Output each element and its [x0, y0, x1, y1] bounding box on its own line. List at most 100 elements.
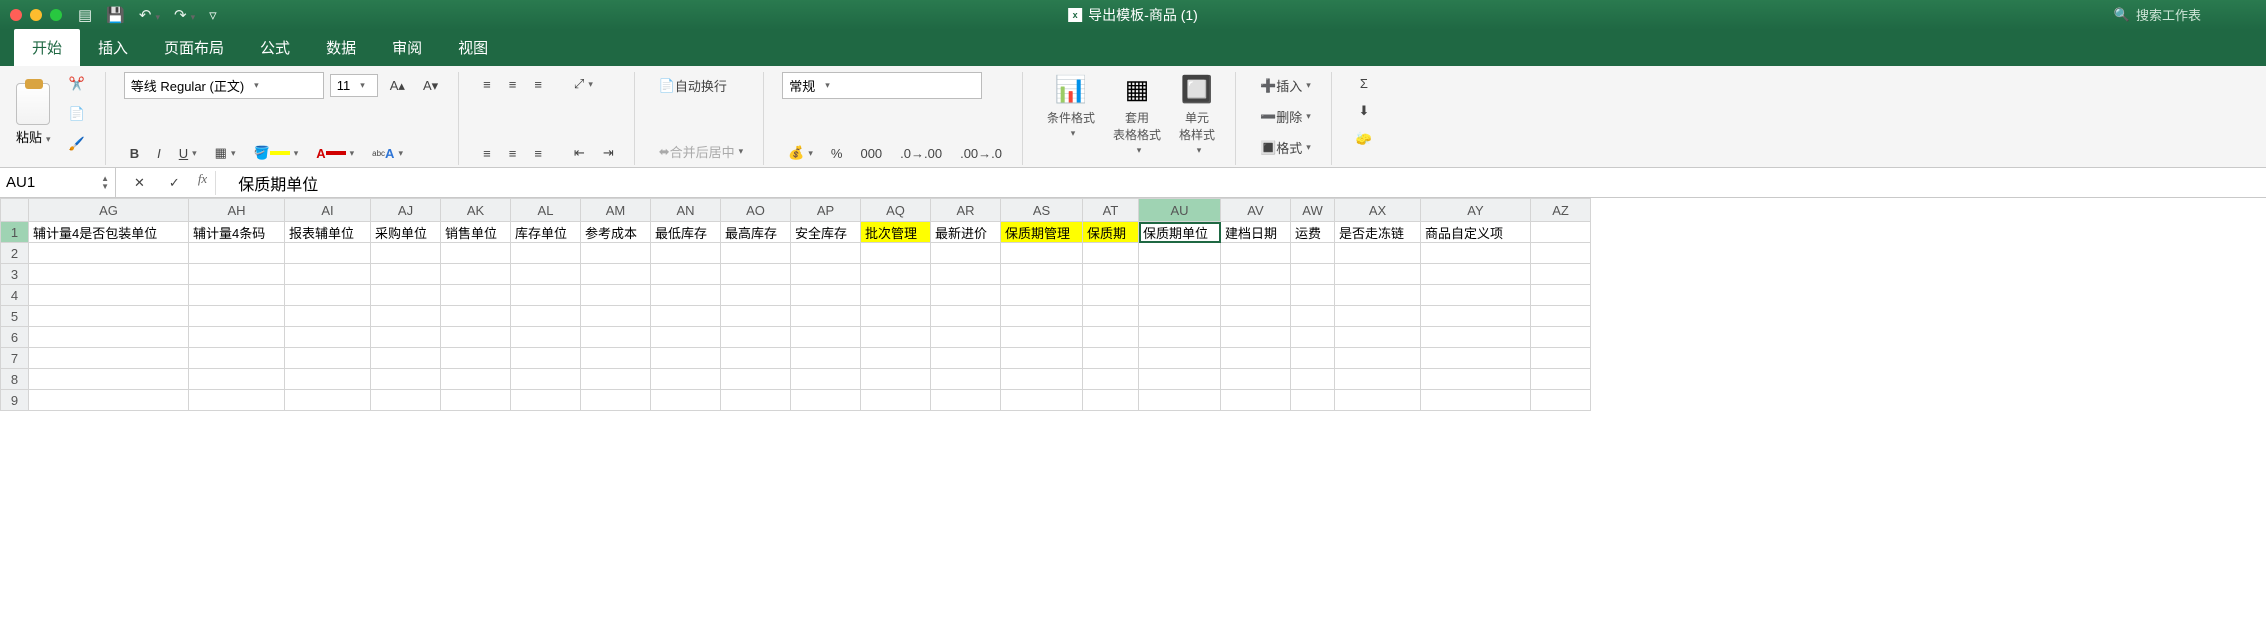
- cell-AZ8[interactable]: [1531, 369, 1591, 390]
- align-middle-button[interactable]: ≡: [503, 73, 523, 96]
- cell-AH3[interactable]: [189, 264, 285, 285]
- cell-AZ3[interactable]: [1531, 264, 1591, 285]
- cell-AO9[interactable]: [721, 390, 791, 411]
- align-top-button[interactable]: ≡: [477, 73, 497, 96]
- bold-button[interactable]: B: [124, 142, 145, 165]
- cell-AJ2[interactable]: [371, 243, 441, 264]
- tab-home[interactable]: 开始: [14, 29, 80, 66]
- row-header-8[interactable]: 8: [1, 369, 29, 390]
- tab-layout[interactable]: 页面布局: [146, 29, 242, 66]
- increase-indent-button[interactable]: ⇥: [597, 141, 620, 165]
- cell-AO8[interactable]: [721, 369, 791, 390]
- cell-AY5[interactable]: [1421, 306, 1531, 327]
- cell-AY3[interactable]: [1421, 264, 1531, 285]
- cell-AP5[interactable]: [791, 306, 861, 327]
- cell-AI4[interactable]: [285, 285, 371, 306]
- column-header-AU[interactable]: AU: [1139, 199, 1221, 222]
- cell-AW5[interactable]: [1291, 306, 1335, 327]
- cell-AN9[interactable]: [651, 390, 721, 411]
- select-all-corner[interactable]: [1, 199, 29, 222]
- cell-AI2[interactable]: [285, 243, 371, 264]
- zoom-window-button[interactable]: [50, 9, 62, 21]
- increase-font-button[interactable]: A▴: [384, 74, 411, 98]
- cell-AN6[interactable]: [651, 327, 721, 348]
- cell-AV1[interactable]: 建档日期: [1221, 222, 1291, 243]
- cell-AR4[interactable]: [931, 285, 1001, 306]
- cell-AR7[interactable]: [931, 348, 1001, 369]
- column-header-AI[interactable]: AI: [285, 199, 371, 222]
- cell-AI8[interactable]: [285, 369, 371, 390]
- cell-AY6[interactable]: [1421, 327, 1531, 348]
- cell-AY7[interactable]: [1421, 348, 1531, 369]
- cell-AP1[interactable]: 安全库存: [791, 222, 861, 243]
- cell-AJ1[interactable]: 采购单位: [371, 222, 441, 243]
- cell-AN1[interactable]: 最低库存: [651, 222, 721, 243]
- column-header-AR[interactable]: AR: [931, 199, 1001, 222]
- orientation-button[interactable]: ⤢: [568, 72, 599, 96]
- autosave-icon[interactable]: ▤: [78, 6, 92, 24]
- cell-AO6[interactable]: [721, 327, 791, 348]
- cell-AR2[interactable]: [931, 243, 1001, 264]
- cell-AX2[interactable]: [1335, 243, 1421, 264]
- formula-input[interactable]: 保质期单位: [228, 171, 2266, 195]
- cell-AS2[interactable]: [1001, 243, 1083, 264]
- cell-AR8[interactable]: [931, 369, 1001, 390]
- row-header-3[interactable]: 3: [1, 264, 29, 285]
- cell-AJ3[interactable]: [371, 264, 441, 285]
- column-header-AQ[interactable]: AQ: [861, 199, 931, 222]
- cell-AM7[interactable]: [581, 348, 651, 369]
- cell-AT9[interactable]: [1083, 390, 1139, 411]
- cell-AL8[interactable]: [511, 369, 581, 390]
- cell-AX7[interactable]: [1335, 348, 1421, 369]
- cell-AH2[interactable]: [189, 243, 285, 264]
- cell-AU6[interactable]: [1139, 327, 1221, 348]
- cell-AU1[interactable]: 保质期单位: [1139, 222, 1221, 243]
- cell-AG1[interactable]: 辅计量4是否包装单位: [29, 222, 189, 243]
- cancel-formula-button[interactable]: ✕: [128, 171, 151, 195]
- cell-AU4[interactable]: [1139, 285, 1221, 306]
- cell-AX4[interactable]: [1335, 285, 1421, 306]
- tab-view[interactable]: 视图: [440, 29, 506, 66]
- cell-AV7[interactable]: [1221, 348, 1291, 369]
- cell-AN4[interactable]: [651, 285, 721, 306]
- cell-AQ4[interactable]: [861, 285, 931, 306]
- cell-AL6[interactable]: [511, 327, 581, 348]
- decrease-font-button[interactable]: A▾: [417, 74, 444, 98]
- insert-cells-button[interactable]: ➕ 插入: [1254, 72, 1317, 99]
- cell-AW1[interactable]: 运费: [1291, 222, 1335, 243]
- cell-AS7[interactable]: [1001, 348, 1083, 369]
- column-header-AM[interactable]: AM: [581, 199, 651, 222]
- cell-AU2[interactable]: [1139, 243, 1221, 264]
- cell-AQ7[interactable]: [861, 348, 931, 369]
- cell-AQ2[interactable]: [861, 243, 931, 264]
- column-header-AL[interactable]: AL: [511, 199, 581, 222]
- cell-AH9[interactable]: [189, 390, 285, 411]
- cell-AW2[interactable]: [1291, 243, 1335, 264]
- column-header-AW[interactable]: AW: [1291, 199, 1335, 222]
- clear-button[interactable]: 🧽: [1350, 127, 1378, 151]
- cell-AL1[interactable]: 库存单位: [511, 222, 581, 243]
- cell-AL7[interactable]: [511, 348, 581, 369]
- cell-AT7[interactable]: [1083, 348, 1139, 369]
- cell-AR5[interactable]: [931, 306, 1001, 327]
- cell-AG6[interactable]: [29, 327, 189, 348]
- cell-AI9[interactable]: [285, 390, 371, 411]
- cell-AX8[interactable]: [1335, 369, 1421, 390]
- cell-AP6[interactable]: [791, 327, 861, 348]
- cell-AV4[interactable]: [1221, 285, 1291, 306]
- cell-AR6[interactable]: [931, 327, 1001, 348]
- cell-AL9[interactable]: [511, 390, 581, 411]
- cell-AQ3[interactable]: [861, 264, 931, 285]
- cell-AX1[interactable]: 是否走冻链: [1335, 222, 1421, 243]
- cell-AM2[interactable]: [581, 243, 651, 264]
- cell-AL2[interactable]: [511, 243, 581, 264]
- cell-AT4[interactable]: [1083, 285, 1139, 306]
- cell-AS6[interactable]: [1001, 327, 1083, 348]
- tab-data[interactable]: 数据: [308, 29, 374, 66]
- cell-AR1[interactable]: 最新进价: [931, 222, 1001, 243]
- undo-button[interactable]: ↶: [139, 6, 160, 24]
- cell-AU7[interactable]: [1139, 348, 1221, 369]
- column-header-AG[interactable]: AG: [29, 199, 189, 222]
- cell-AR9[interactable]: [931, 390, 1001, 411]
- column-header-AP[interactable]: AP: [791, 199, 861, 222]
